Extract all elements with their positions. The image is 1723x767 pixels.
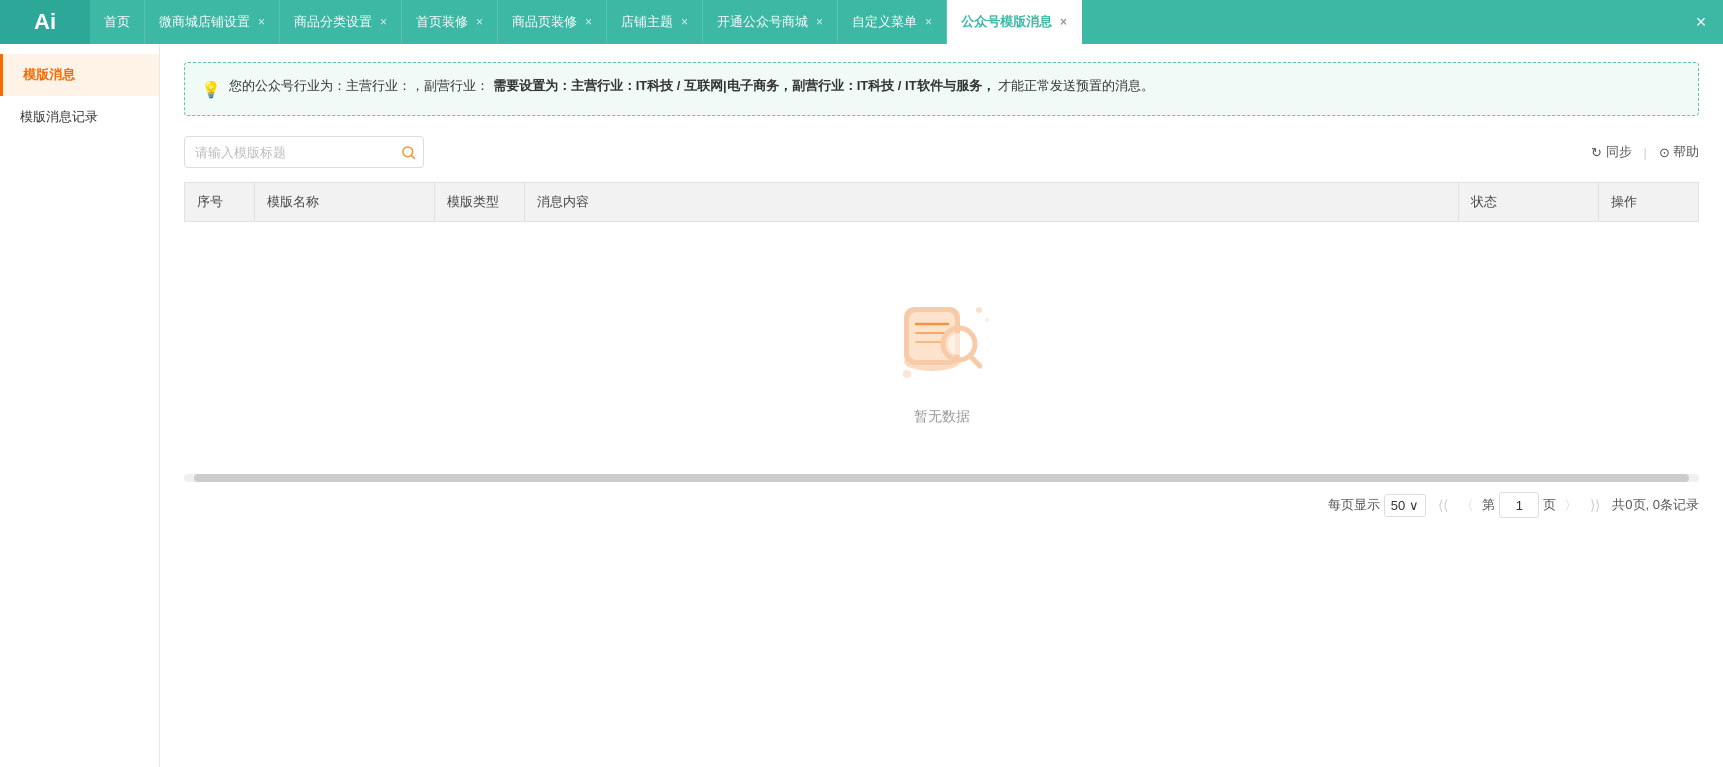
main-layout: 模版消息模版消息记录 💡 您的公众号行业为：主营行业：，副营行业： 需要设置为：… [0,44,1723,767]
nav-tab-label: 开通公众号商城 [717,13,808,31]
nav-tab-template-msg[interactable]: 公众号模版消息 × [947,0,1082,44]
nav-tab-close-store-theme[interactable]: × [681,16,688,28]
nav-tab-open-mall[interactable]: 开通公众号商城 × [703,0,838,44]
page-size-value: 50 [1391,498,1405,513]
nav-tab-product-decor[interactable]: 商品页装修 × [498,0,607,44]
nav-tab-label: 自定义菜单 [852,13,917,31]
svg-point-13 [903,370,911,378]
nav-tabs: 首页微商城店铺设置×商品分类设置×首页装修×商品页装修×店铺主题×开通公众号商城… [90,0,1679,44]
help-label: 帮助 [1673,143,1699,161]
nav-tab-home-decor[interactable]: 首页装修 × [402,0,498,44]
nav-tab-label: 商品分类设置 [294,13,372,31]
empty-state: 暂无数据 [185,222,1699,466]
table-col-action: 操作 [1599,183,1699,222]
pagination: 每页显示 50 ∨ ⟨⟨ 〈 第 页 〉 ⟩⟩ 共0页, 0条记录 [184,492,1699,518]
nav-tab-close-store-settings[interactable]: × [258,16,265,28]
nav-tab-close-custom-menu[interactable]: × [925,16,932,28]
total-info: 共0页, 0条记录 [1612,496,1699,514]
svg-point-11 [976,307,982,313]
top-nav: Ai 首页微商城店铺设置×商品分类设置×首页装修×商品页装修×店铺主题×开通公众… [0,0,1723,44]
nav-tab-label: 首页 [104,13,130,31]
nav-tab-label: 首页装修 [416,13,468,31]
divider: | [1644,145,1647,160]
table-col-name: 模版名称 [255,183,435,222]
nav-tab-label: 微商城店铺设置 [159,13,250,31]
table-body: 暂无数据 [185,222,1699,467]
svg-line-10 [970,356,980,366]
table-empty-row: 暂无数据 [185,222,1699,467]
search-wrap [184,136,424,168]
table-col-status: 状态 [1459,183,1599,222]
sidebar-item-template-msg[interactable]: 模版消息 [0,54,159,96]
svg-point-12 [985,318,989,322]
notice-highlight: 需要设置为：主营行业：IT科技 / 互联网|电子商务，副营行业：IT科技 / I… [493,78,995,93]
table-col-content: 消息内容 [525,183,1459,222]
search-actions: ↻ 同步 | ⊙ 帮助 [1591,143,1699,161]
nav-tab-label: 商品页装修 [512,13,577,31]
nav-tab-custom-menu[interactable]: 自定义菜单 × [838,0,947,44]
nav-tab-home[interactable]: 首页 [90,0,145,44]
notice-bar: 💡 您的公众号行业为：主营行业：，副营行业： 需要设置为：主营行业：IT科技 /… [184,62,1699,116]
search-row: ↻ 同步 | ⊙ 帮助 [184,136,1699,168]
nav-tab-close-home-decor[interactable]: × [476,16,483,28]
table-col-index: 序号 [185,183,255,222]
svg-line-1 [411,155,414,158]
nav-tab-store-theme[interactable]: 店铺主题 × [607,0,703,44]
data-table: 序号模版名称模版类型消息内容状态操作 [184,182,1699,466]
table-header-row: 序号模版名称模版类型消息内容状态操作 [185,183,1699,222]
nav-tab-close-open-mall[interactable]: × [816,16,823,28]
horizontal-scrollbar[interactable] [184,474,1699,482]
page-unit-label: 页 [1543,496,1556,514]
table-col-type: 模版类型 [435,183,525,222]
nav-tab-close-category-settings[interactable]: × [380,16,387,28]
prev-page-button[interactable]: 〈 [1456,496,1478,514]
page-size-dropdown[interactable]: 50 ∨ [1384,494,1426,517]
notice-icon: 💡 [201,76,221,103]
empty-text: 暂无数据 [914,408,970,426]
page-size-label: 每页显示 [1328,496,1380,514]
nav-tab-label: 公众号模版消息 [961,13,1052,31]
sidebar-item-template-msg-record[interactable]: 模版消息记录 [0,96,159,138]
svg-point-9 [948,333,970,355]
search-button[interactable] [401,145,416,160]
sync-button[interactable]: ↻ 同步 [1591,143,1632,161]
window-close-button[interactable]: × [1679,0,1723,44]
nav-tab-close-product-decor[interactable]: × [585,16,592,28]
sync-icon: ↻ [1591,145,1602,160]
scrollbar-thumb[interactable] [194,474,1689,482]
table-head: 序号模版名称模版类型消息内容状态操作 [185,183,1699,222]
nav-tab-close-template-msg[interactable]: × [1060,16,1067,28]
nav-tab-store-settings[interactable]: 微商城店铺设置 × [145,0,280,44]
help-button[interactable]: ⊙ 帮助 [1659,143,1699,161]
first-page-button[interactable]: ⟨⟨ [1434,496,1452,514]
search-input[interactable] [184,136,424,168]
empty-illustration [887,282,997,392]
page-di-label: 第 [1482,496,1495,514]
chevron-down-icon: ∨ [1409,498,1419,513]
logo-text: Ai [34,9,56,35]
nav-tab-label: 店铺主题 [621,13,673,31]
content-area: 💡 您的公众号行业为：主营行业：，副营行业： 需要设置为：主营行业：IT科技 /… [160,44,1723,767]
page-navigation: ⟨⟨ 〈 第 页 〉 ⟩⟩ [1434,492,1604,518]
next-page-button[interactable]: 〉 [1560,496,1582,514]
notice-text: 您的公众号行业为：主营行业：，副营行业： 需要设置为：主营行业：IT科技 / 互… [229,75,1154,97]
last-page-button[interactable]: ⟩⟩ [1586,496,1604,514]
page-size-select: 每页显示 50 ∨ [1328,494,1426,517]
page-number-input[interactable] [1499,492,1539,518]
nav-tab-category-settings[interactable]: 商品分类设置 × [280,0,402,44]
sync-label: 同步 [1606,143,1632,161]
sidebar: 模版消息模版消息记录 [0,44,160,767]
help-icon: ⊙ [1659,145,1670,160]
logo: Ai [0,0,90,44]
